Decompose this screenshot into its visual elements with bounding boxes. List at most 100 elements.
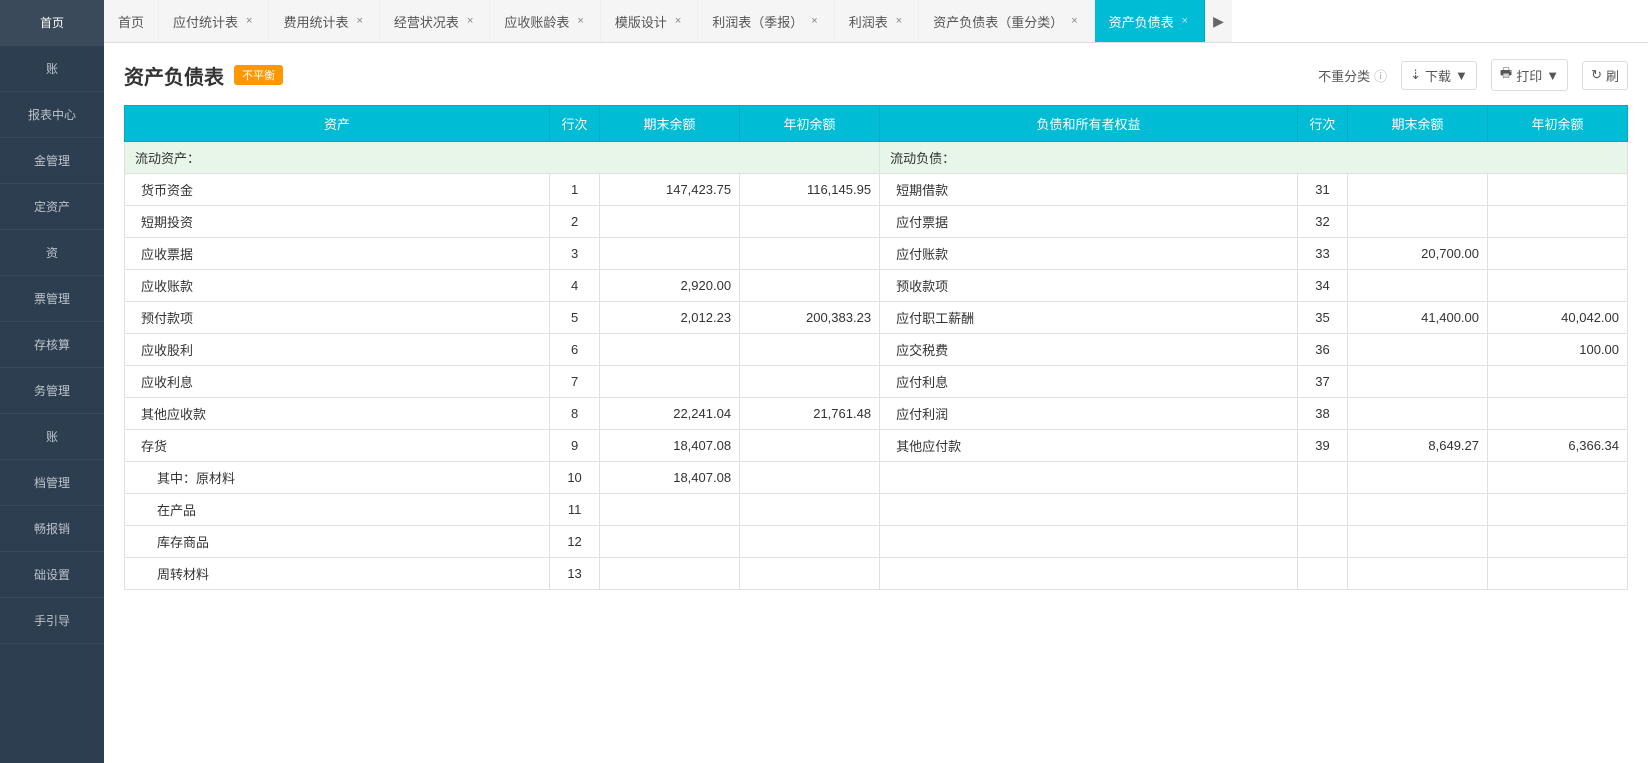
cell-left-begin [740,430,880,462]
cell-right-name: 应付利息 [880,366,1298,398]
cell-right-name: 预收款项 [880,270,1298,302]
cell-right-end [1348,366,1488,398]
download-button[interactable]: ⇣ 下载 ▼ [1401,61,1477,90]
cell-left-begin [740,334,880,366]
cell-right-end [1348,526,1488,558]
cell-left-end [600,558,740,590]
cell-left-row: 13 [550,558,600,590]
cell-right-row: 33 [1298,238,1348,270]
cell-right-row [1298,494,1348,526]
cell-right-row: 31 [1298,174,1348,206]
cell-right-begin [1488,558,1628,590]
help-icon[interactable]: ⓘ [1374,66,1387,85]
classify-label: 不重分类 ⓘ [1318,66,1387,85]
cell-left-row: 3 [550,238,600,270]
cell-left-name: 应收票据 [125,238,550,270]
sidebar-item-investment[interactable]: 资 [0,230,104,276]
sidebar-item-home[interactable]: 首页 [0,0,104,46]
sidebar-item-guide[interactable]: 手引导 [0,598,104,644]
tab-profit[interactable]: 利润表 × [835,0,919,42]
tab-balance[interactable]: 资产负债表 × [1095,0,1205,42]
cell-right-begin [1488,270,1628,302]
tab-operations[interactable]: 经营状况表 × [380,0,490,42]
cell-right-begin [1488,238,1628,270]
cell-right-begin [1488,462,1628,494]
tab-profit-close[interactable]: × [894,15,904,27]
cell-left-row: 8 [550,398,600,430]
tab-template-design[interactable]: 模版设计 × [601,0,698,42]
header-begin-balance-right: 年初余额 [1488,106,1628,142]
page-title: 资产负债表 [124,61,224,90]
cell-right-begin [1488,494,1628,526]
cell-right-end [1348,558,1488,590]
refresh-button[interactable]: ↻ 刷 [1582,61,1628,90]
cell-right-name: 其他应付款 [880,430,1298,462]
sidebar-item-reports[interactable]: 报表中心 [0,92,104,138]
cell-left-begin [740,206,880,238]
cell-left-row: 12 [550,526,600,558]
cell-left-row: 7 [550,366,600,398]
cell-left-end: 18,407.08 [600,430,740,462]
cell-left-end: 147,423.75 [600,174,740,206]
cell-right-name [880,558,1298,590]
cell-left-row: 5 [550,302,600,334]
page-title-area: 资产负债表 不平衡 [124,61,283,90]
tab-profit-quarterly-close[interactable]: × [809,15,819,27]
cell-left-name: 货币资金 [125,174,550,206]
sidebar-item-accounts[interactable]: 账 [0,414,104,460]
cell-right-end [1348,462,1488,494]
cell-left-name: 存货 [125,430,550,462]
tab-balance-close[interactable]: × [1180,15,1190,27]
cell-left-name: 应收账款 [125,270,550,302]
page-header: 资产负债表 不平衡 不重分类 ⓘ ⇣ 下载 ▼ 🖶 打印 ▼ [124,59,1628,91]
tab-ar-aging-close[interactable]: × [575,15,585,27]
sidebar-item-ledger[interactable]: 账 [0,46,104,92]
cell-left-end: 2,920.00 [600,270,740,302]
tab-ap-summary-close[interactable]: × [244,15,254,27]
tab-operations-close[interactable]: × [465,15,475,27]
tab-ar-aging[interactable]: 应收账龄表 × [490,0,600,42]
cell-right-begin [1488,526,1628,558]
cell-right-end: 20,700.00 [1348,238,1488,270]
cell-left-name: 预付款项 [125,302,550,334]
cell-left-begin: 116,145.95 [740,174,880,206]
tab-expense-summary-close[interactable]: × [354,15,364,27]
cell-right-end: 41,400.00 [1348,302,1488,334]
sidebar-item-settings[interactable]: 础设置 [0,552,104,598]
cell-right-begin [1488,174,1628,206]
cell-left-row: 4 [550,270,600,302]
sidebar-item-affairs[interactable]: 务管理 [0,368,104,414]
sidebar-item-expense[interactable]: 畅报销 [0,506,104,552]
section-right-label: 流动负债： [880,142,1628,174]
tab-profit-quarterly[interactable]: 利润表（季报） × [698,0,834,42]
sidebar-item-tickets[interactable]: 票管理 [0,276,104,322]
cell-left-row: 6 [550,334,600,366]
cell-right-row: 39 [1298,430,1348,462]
cell-left-end [600,206,740,238]
sidebar-item-inventory[interactable]: 存核算 [0,322,104,368]
tab-ap-summary[interactable]: 应付统计表 × [159,0,269,42]
cell-right-begin: 40,042.00 [1488,302,1628,334]
cell-right-name [880,526,1298,558]
tab-more-button[interactable]: ▶ [1205,0,1232,42]
tab-expense-summary[interactable]: 费用统计表 × [269,0,379,42]
cell-left-row: 11 [550,494,600,526]
sidebar-item-archive[interactable]: 档管理 [0,460,104,506]
cell-right-end [1348,270,1488,302]
cell-right-end [1348,398,1488,430]
cell-right-begin: 6,366.34 [1488,430,1628,462]
sidebar-item-fund[interactable]: 金管理 [0,138,104,184]
cell-right-row: 36 [1298,334,1348,366]
sidebar-item-assets[interactable]: 定资产 [0,184,104,230]
cell-left-row: 9 [550,430,600,462]
tab-home[interactable]: 首页 [104,0,159,42]
tab-balance-reclassified-close[interactable]: × [1069,15,1079,27]
cell-right-end [1348,206,1488,238]
print-button[interactable]: 🖶 打印 ▼ [1491,59,1568,91]
tab-balance-reclassified[interactable]: 资产负债表（重分类） × [919,0,1094,42]
cell-right-end [1348,494,1488,526]
tab-template-design-close[interactable]: × [673,15,683,27]
cell-right-begin [1488,366,1628,398]
cell-right-row: 37 [1298,366,1348,398]
header-end-balance-right: 期末余额 [1348,106,1488,142]
